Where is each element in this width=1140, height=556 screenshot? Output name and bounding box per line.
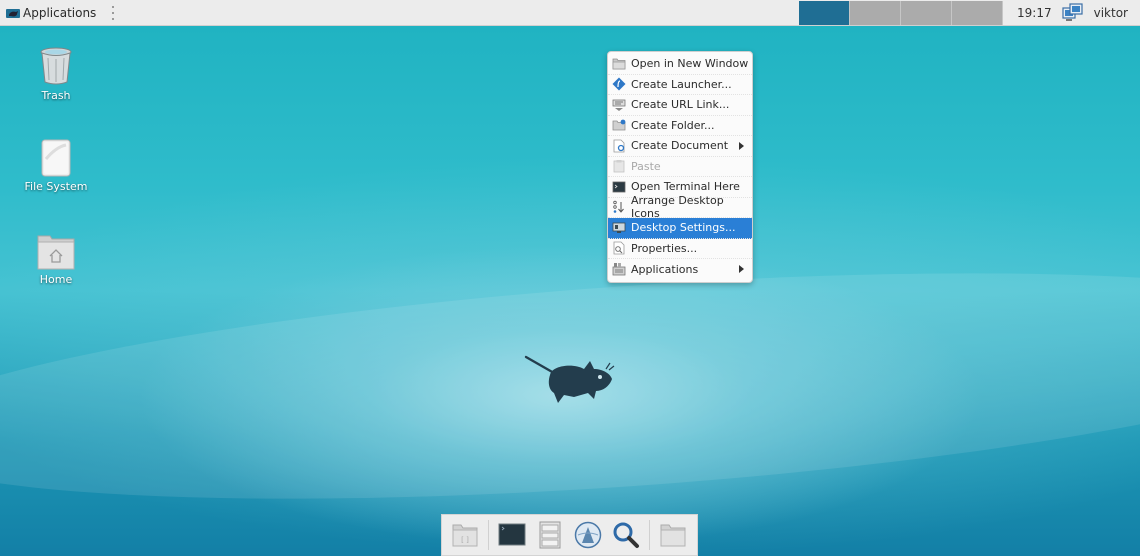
- dock-separator: [649, 520, 650, 550]
- menu-item-label: Create Folder...: [631, 118, 715, 132]
- dock-terminal[interactable]: [497, 520, 527, 550]
- menu-item-desktop-settings[interactable]: Desktop Settings...: [608, 218, 752, 239]
- trash-icon: [40, 47, 72, 85]
- workspace-1[interactable]: [799, 0, 851, 25]
- desktop-background[interactable]: [0, 26, 1140, 556]
- bottom-dock: [ ]: [441, 514, 698, 556]
- terminal-icon: [498, 523, 526, 546]
- xfce-mouse-logo: [524, 355, 615, 403]
- desktop-settings-icon: [612, 222, 626, 233]
- menu-item-label: Create Launcher...: [631, 77, 732, 91]
- menu-item-label: Arrange Desktop Icons: [631, 194, 724, 221]
- menu-item-label: Open in New Window: [631, 57, 749, 71]
- drive-icon: [41, 139, 71, 177]
- workspace-switcher: [799, 0, 1004, 25]
- svg-text:[ ]: [ ]: [461, 536, 469, 544]
- network-icon[interactable]: [1062, 2, 1084, 24]
- paste-icon: [613, 160, 625, 173]
- desktop-context-menu: Open in New Window Create Launcher... Cr…: [607, 51, 753, 283]
- menu-item-label: Applications: [631, 262, 699, 276]
- menu-item-create-folder[interactable]: Create Folder...: [608, 116, 752, 136]
- new-folder-icon: [612, 119, 626, 131]
- properties-icon: [613, 241, 625, 255]
- xfce-mouse-icon: [6, 8, 20, 18]
- menu-item-label: Create Document: [631, 139, 729, 153]
- dock-folder[interactable]: [658, 520, 688, 550]
- web-browser-icon: [574, 521, 602, 549]
- menu-item-create-document[interactable]: Create Document: [608, 136, 752, 157]
- dock-file-manager[interactable]: [535, 520, 565, 550]
- search-icon: [613, 522, 639, 548]
- arrange-icon: [613, 201, 624, 214]
- terminal-icon: [612, 181, 626, 193]
- clock[interactable]: 19:17: [1017, 6, 1052, 20]
- show-desktop-icon: [ ]: [452, 524, 478, 547]
- workspace-4[interactable]: [952, 0, 1004, 25]
- menu-item-create-url-link[interactable]: Create URL Link...: [608, 95, 752, 116]
- dock-separator: [488, 520, 489, 550]
- menu-item-arrange-desktop-icons[interactable]: Arrange Desktop Icons: [608, 194, 752, 220]
- desktop-icon-label: Trash: [41, 89, 71, 102]
- panel-separator-handle[interactable]: [112, 5, 115, 20]
- submenu-arrow-icon: [739, 265, 744, 273]
- home-folder-icon: [37, 235, 75, 270]
- applications-icon: [612, 263, 626, 276]
- menu-item-open-in-new-window[interactable]: Open in New Window: [608, 54, 752, 75]
- menu-item-applications[interactable]: Applications: [608, 259, 752, 280]
- dock-app-finder[interactable]: [611, 520, 641, 550]
- desktop-icon-trash[interactable]: Trash: [16, 46, 96, 102]
- menu-item-label: Paste: [631, 159, 661, 173]
- applications-label: Applications: [23, 5, 97, 20]
- desktop-icon-file-system[interactable]: File System: [16, 139, 96, 193]
- submenu-arrow-icon: [739, 142, 744, 150]
- folder-icon: [660, 524, 686, 547]
- desktop-icon-home[interactable]: Home: [16, 232, 96, 286]
- menu-item-create-launcher[interactable]: Create Launcher...: [608, 75, 752, 95]
- desktop-icon-label: Home: [39, 273, 73, 286]
- menu-item-label: Desktop Settings...: [631, 221, 736, 235]
- menu-item-paste[interactable]: Paste: [608, 157, 752, 177]
- url-link-icon: [612, 99, 626, 111]
- launcher-icon: [612, 77, 626, 91]
- desktop-icon-label: File System: [24, 180, 88, 193]
- dock-show-desktop[interactable]: [ ]: [450, 520, 480, 550]
- applications-menu-button[interactable]: Applications: [0, 0, 100, 26]
- menu-item-properties[interactable]: Properties...: [608, 239, 752, 259]
- menu-item-label: Open Terminal Here: [631, 180, 740, 194]
- new-document-icon: [613, 139, 625, 153]
- menu-item-label: Properties...: [631, 241, 698, 255]
- folder-open-icon: [612, 58, 626, 70]
- file-manager-icon: [539, 521, 561, 549]
- workspace-3[interactable]: [901, 0, 953, 25]
- top-panel: Applications 19:17 viktor: [0, 0, 1140, 26]
- dock-web-browser[interactable]: [573, 520, 603, 550]
- menu-item-label: Create URL Link...: [631, 98, 730, 112]
- user-name[interactable]: viktor: [1094, 6, 1128, 20]
- workspace-2[interactable]: [850, 0, 902, 25]
